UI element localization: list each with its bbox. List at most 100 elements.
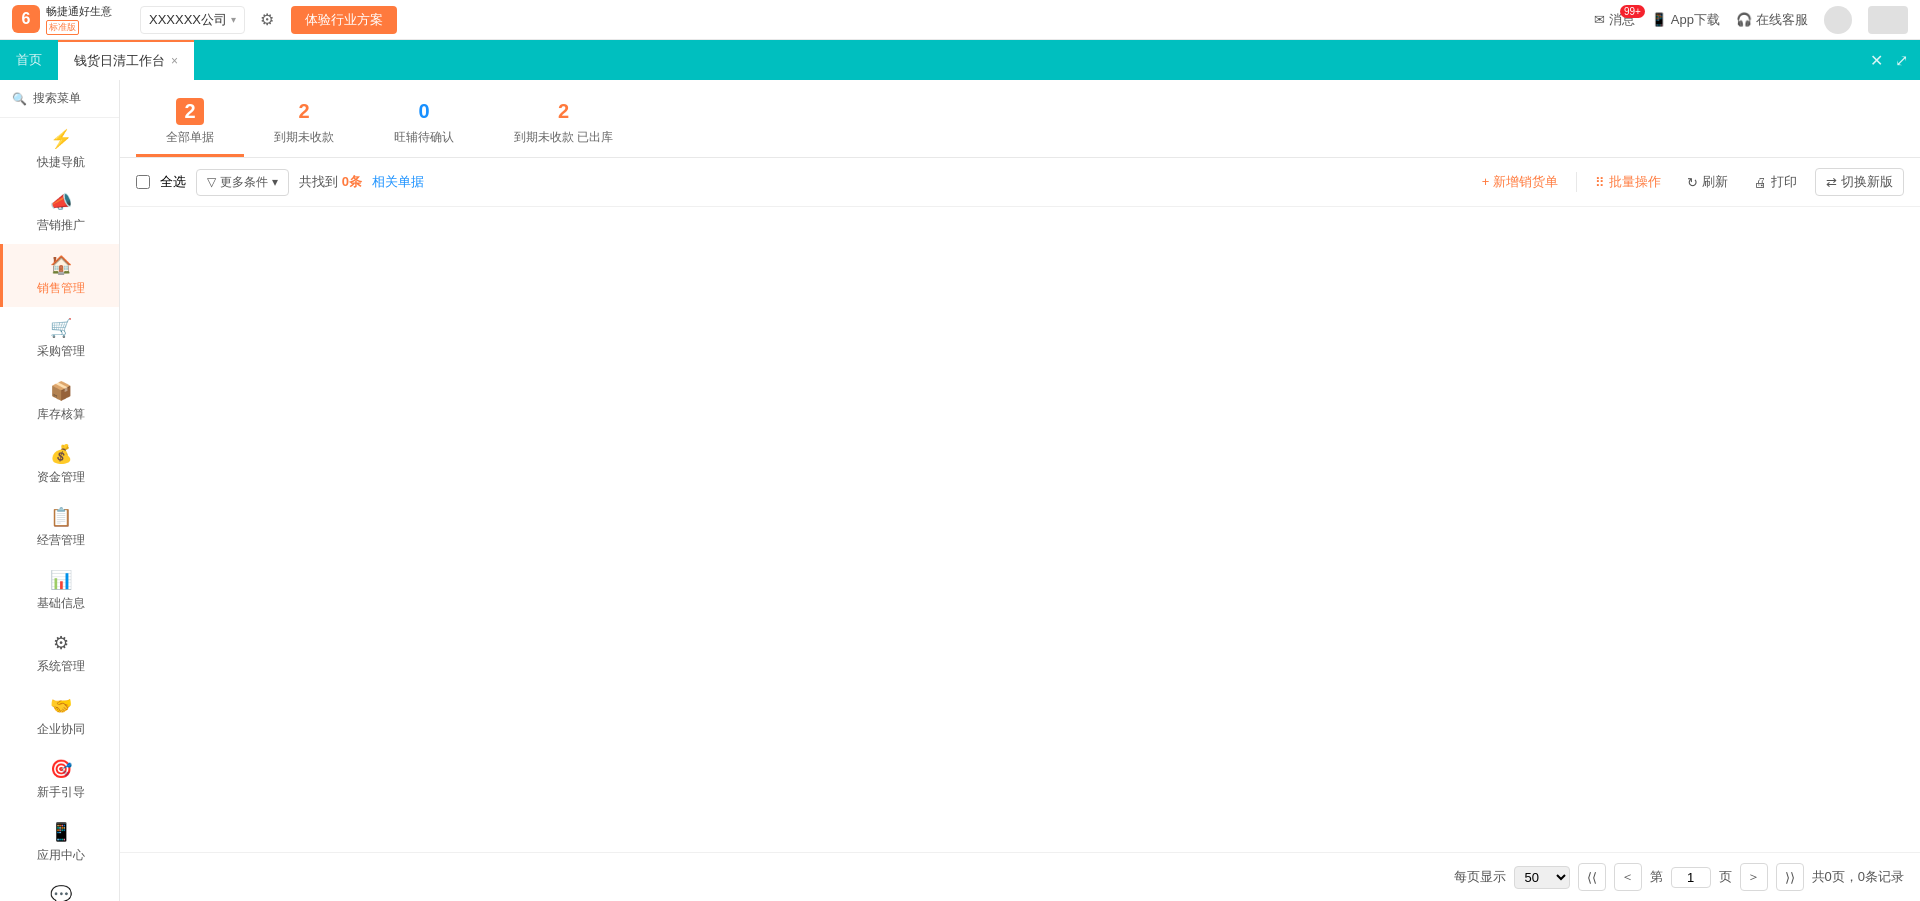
stat-num-overdue: 2 xyxy=(290,98,317,125)
filter-button[interactable]: ▽ 更多条件 ▾ xyxy=(196,169,289,196)
batch-operation-button[interactable]: ⠿ 批量操作 xyxy=(1587,169,1669,195)
wechat-icon: 💬 xyxy=(50,884,72,901)
tab-bar-actions: ✕ ⤢ xyxy=(1866,49,1920,72)
current-page-input[interactable] xyxy=(1671,867,1711,888)
service-icon: 🎧 xyxy=(1736,12,1752,27)
print-label: 打印 xyxy=(1771,173,1797,191)
table-icon: 📊 xyxy=(50,569,72,591)
table-area xyxy=(120,207,1920,852)
result-text: 共找到 0条 xyxy=(299,173,362,191)
sidebar-item-corp-wechat[interactable]: 💬 企业微信 xyxy=(0,874,119,901)
related-link[interactable]: 相关单据 xyxy=(372,173,424,191)
money-icon: 💰 xyxy=(50,443,72,465)
tab-maximize-icon[interactable]: ⤢ xyxy=(1891,49,1912,72)
first-page-button[interactable]: ⟨⟨ xyxy=(1578,863,1606,891)
page-end-label: 页 xyxy=(1719,868,1732,886)
message-badge: 99+ xyxy=(1620,5,1645,18)
per-page-select[interactable]: 50 100 200 xyxy=(1514,866,1570,889)
online-service-button[interactable]: 🎧 在线客服 xyxy=(1736,11,1808,29)
message-icon: ✉ xyxy=(1594,12,1605,27)
handshake-icon: 🤝 xyxy=(50,695,72,717)
tab-close-icon[interactable]: × xyxy=(171,54,178,68)
switch-label: 切换新版 xyxy=(1841,173,1893,191)
sidebar-item-inventory[interactable]: 📦 库存核算 xyxy=(0,370,119,433)
stat-tab-all[interactable]: 2 全部单据 xyxy=(136,90,244,157)
sidebar-label-sales: 销售管理 xyxy=(37,280,85,297)
sidebar-label-operations: 经营管理 xyxy=(37,532,85,549)
prev-page-button[interactable]: ＜ xyxy=(1614,863,1642,891)
sidebar-label-marketing: 营销推广 xyxy=(37,217,85,234)
sidebar-item-purchase[interactable]: 🛒 采购管理 xyxy=(0,307,119,370)
stat-tab-overdue[interactable]: 2 到期未收款 xyxy=(244,90,364,157)
sidebar-label-corp-coop: 企业协同 xyxy=(37,721,85,738)
stat-label-wangfu: 旺辅待确认 xyxy=(394,129,454,146)
sales-icon: 🏠 xyxy=(50,254,72,276)
next-page-button[interactable]: ＞ xyxy=(1740,863,1768,891)
settings-button[interactable]: ⚙ xyxy=(253,6,281,34)
main-layout: 🔍 搜索菜单 ⚡ 快捷导航 📣 营销推广 🏠 销售管理 🛒 采购管理 📦 库存核… xyxy=(0,80,1920,901)
add-sales-order-button[interactable]: + 新增销货单 xyxy=(1474,169,1566,195)
tab-daily-work[interactable]: 钱货日清工作台 × xyxy=(58,40,194,80)
system-icon: ⚙ xyxy=(53,632,69,654)
print-button[interactable]: 🖨 打印 xyxy=(1746,169,1805,195)
stat-tab-wangfu[interactable]: 0 旺辅待确认 xyxy=(364,90,484,157)
toolbar-left: 全选 ▽ 更多条件 ▾ 共找到 0条 相关单据 xyxy=(136,169,1462,196)
sidebar-item-guide[interactable]: 🎯 新手引导 xyxy=(0,748,119,811)
divider xyxy=(1576,172,1577,192)
sidebar-label-system: 系统管理 xyxy=(37,658,85,675)
stat-label-overdue-shipped: 到期未收款 已出库 xyxy=(514,129,613,146)
search-icon: 🔍 xyxy=(12,92,27,106)
chevron-down-icon: ▾ xyxy=(231,14,236,25)
chevron-down-filter-icon: ▾ xyxy=(272,175,278,189)
stat-num-all: 2 xyxy=(176,98,203,125)
sidebar-item-sales[interactable]: 🏠 销售管理 xyxy=(0,244,119,307)
switch-icon: ⇄ xyxy=(1826,175,1837,190)
company-name: XXXXXX公司 xyxy=(149,11,227,29)
cart-icon: 🛒 xyxy=(50,317,72,339)
download-icon: 📱 xyxy=(1651,12,1667,27)
last-page-button[interactable]: ⟩⟩ xyxy=(1776,863,1804,891)
logo-area: 6 畅捷通好生意 标准版 xyxy=(12,4,132,35)
stat-num-wangfu: 0 xyxy=(410,98,437,125)
refresh-button[interactable]: ↻ 刷新 xyxy=(1679,169,1736,195)
stat-label-overdue: 到期未收款 xyxy=(274,129,334,146)
print-icon: 🖨 xyxy=(1754,175,1767,190)
batch-icon: ⠿ xyxy=(1595,175,1605,190)
company-selector[interactable]: XXXXXX公司 ▾ xyxy=(140,6,245,34)
toolbar: 全选 ▽ 更多条件 ▾ 共找到 0条 相关单据 + 新增销货单 xyxy=(120,158,1920,207)
filter-icon: ▽ xyxy=(207,175,216,189)
sidebar-item-basic-info[interactable]: 📊 基础信息 xyxy=(0,559,119,622)
stats-tabs: 2 全部单据 2 到期未收款 0 旺辅待确认 2 到期未收款 已出库 xyxy=(120,80,1920,158)
sidebar-search-label: 搜索菜单 xyxy=(33,90,81,107)
select-all-checkbox[interactable] xyxy=(136,175,150,189)
app-download-button[interactable]: 📱 App下载 xyxy=(1651,11,1720,29)
avatar[interactable] xyxy=(1824,6,1852,34)
sidebar-search-btn[interactable]: 🔍 搜索菜单 xyxy=(0,80,119,118)
sidebar-item-quick-nav[interactable]: ⚡ 快捷导航 xyxy=(0,118,119,181)
tab-close-window-icon[interactable]: ✕ xyxy=(1866,49,1887,72)
tab-home[interactable]: 首页 xyxy=(0,40,58,80)
header-right: ✉ 消息 99+ 📱 App下载 🎧 在线客服 xyxy=(1594,6,1908,34)
sidebar-item-corp-coop[interactable]: 🤝 企业协同 xyxy=(0,685,119,748)
sidebar: 🔍 搜索菜单 ⚡ 快捷导航 📣 营销推广 🏠 销售管理 🛒 采购管理 📦 库存核… xyxy=(0,80,120,901)
sidebar-item-operations[interactable]: 📋 经营管理 xyxy=(0,496,119,559)
stat-tab-overdue-shipped[interactable]: 2 到期未收款 已出库 xyxy=(484,90,643,157)
message-button[interactable]: ✉ 消息 99+ xyxy=(1594,11,1635,29)
refresh-icon: ↻ xyxy=(1687,175,1698,190)
filter-label: 更多条件 xyxy=(220,174,268,191)
user-name-area[interactable] xyxy=(1868,6,1908,34)
switch-new-version-button[interactable]: ⇄ 切换新版 xyxy=(1815,168,1904,196)
sidebar-label-purchase: 采购管理 xyxy=(37,343,85,360)
sidebar-item-system[interactable]: ⚙ 系统管理 xyxy=(0,622,119,685)
logo-icon: 6 xyxy=(12,5,40,33)
logo-name: 畅捷通好生意 xyxy=(46,4,112,18)
megaphone-icon: 📣 xyxy=(50,191,72,213)
sidebar-item-marketing[interactable]: 📣 营销推广 xyxy=(0,181,119,244)
sidebar-label-quick-nav: 快捷导航 xyxy=(37,154,85,171)
content-inner: 2 全部单据 2 到期未收款 0 旺辅待确认 2 到期未收款 已出库 xyxy=(120,80,1920,901)
sidebar-item-app-center[interactable]: 📱 应用中心 xyxy=(0,811,119,874)
sidebar-label-basic-info: 基础信息 xyxy=(37,595,85,612)
pagination-bar: 每页显示 50 100 200 ⟨⟨ ＜ 第 页 ＞ ⟩⟩ 共0页，0条记录 xyxy=(120,852,1920,901)
sidebar-item-finance[interactable]: 💰 资金管理 xyxy=(0,433,119,496)
trial-button[interactable]: 体验行业方案 xyxy=(291,6,397,34)
